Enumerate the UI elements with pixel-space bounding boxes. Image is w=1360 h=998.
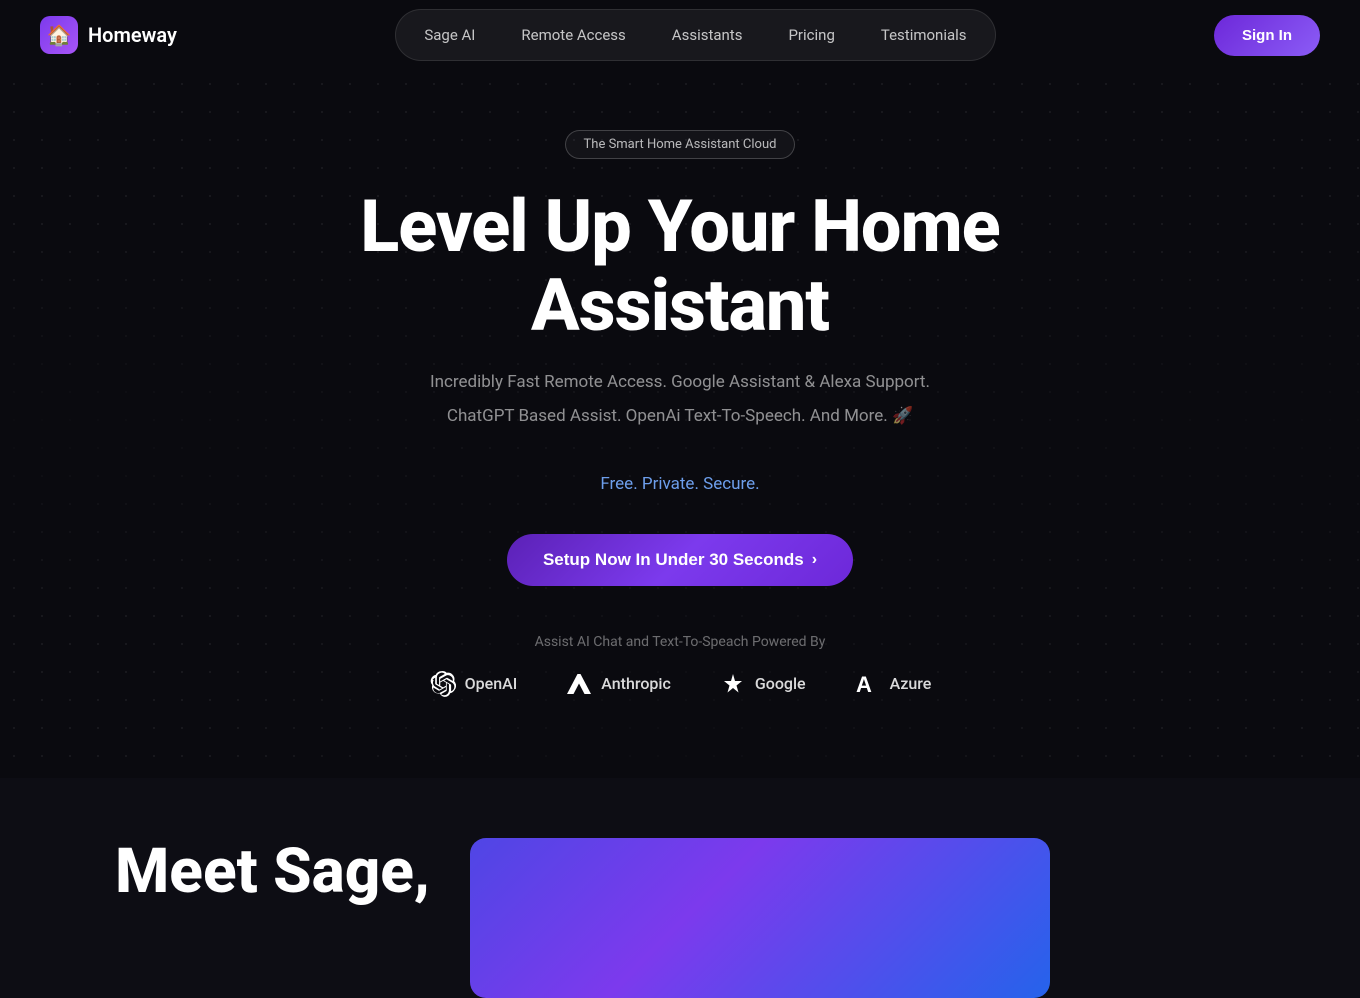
- ai-provider-anthropic: Anthropic: [565, 670, 671, 698]
- hero-section: The Smart Home Assistant Cloud Level Up …: [0, 70, 1360, 778]
- nav-item-sage-ai[interactable]: Sage AI: [402, 18, 497, 52]
- azure-label: Azure: [890, 674, 932, 693]
- nav-item-pricing[interactable]: Pricing: [766, 18, 856, 52]
- hero-title: Level Up Your Home Assistant: [230, 187, 1130, 345]
- meet-sage-heading: Meet Sage,: [115, 838, 430, 906]
- sign-in-button[interactable]: Sign In: [1214, 15, 1320, 56]
- hero-tagline: Free. Private. Secure.: [600, 474, 759, 494]
- openai-icon: [429, 670, 457, 698]
- hero-badge: The Smart Home Assistant Cloud: [565, 130, 796, 159]
- logo[interactable]: 🏠 Homeway: [40, 16, 177, 54]
- logo-text: Homeway: [88, 23, 177, 47]
- hero-subtitle-1: Incredibly Fast Remote Access. Google As…: [430, 369, 930, 396]
- nav-item-testimonials[interactable]: Testimonials: [859, 18, 989, 52]
- hero-cta-row: Setup Now In Under 30 Seconds ›: [507, 534, 853, 586]
- setup-now-label: Setup Now In Under 30 Seconds: [543, 550, 804, 570]
- cta-arrow-icon: ›: [812, 551, 817, 569]
- azure-icon: A: [854, 670, 882, 698]
- bottom-section: Meet Sage,: [0, 778, 1360, 998]
- nav-item-remote-access[interactable]: Remote Access: [499, 18, 647, 52]
- logo-icon: 🏠: [40, 16, 78, 54]
- navbar: 🏠 Homeway Sage AI Remote Access Assistan…: [0, 0, 1360, 70]
- powered-by-label: Assist AI Chat and Text-To-Speach Powere…: [535, 634, 826, 650]
- hero-subtitle-2: ChatGPT Based Assist. OpenAi Text-To-Spe…: [447, 403, 913, 430]
- ai-provider-openai: OpenAI: [429, 670, 518, 698]
- svg-text:A: A: [856, 672, 872, 696]
- anthropic-label: Anthropic: [601, 674, 671, 693]
- ai-logos-row: OpenAI Anthropic Google A: [429, 670, 932, 698]
- sage-card: [470, 838, 1050, 998]
- google-icon: [719, 670, 747, 698]
- ai-provider-google: Google: [719, 670, 806, 698]
- google-label: Google: [755, 674, 806, 693]
- openai-label: OpenAI: [465, 674, 518, 693]
- nav-links: Sage AI Remote Access Assistants Pricing…: [395, 9, 995, 61]
- ai-provider-azure: A Azure: [854, 670, 932, 698]
- nav-item-assistants[interactable]: Assistants: [650, 18, 765, 52]
- setup-now-button[interactable]: Setup Now In Under 30 Seconds ›: [507, 534, 853, 586]
- anthropic-icon: [565, 670, 593, 698]
